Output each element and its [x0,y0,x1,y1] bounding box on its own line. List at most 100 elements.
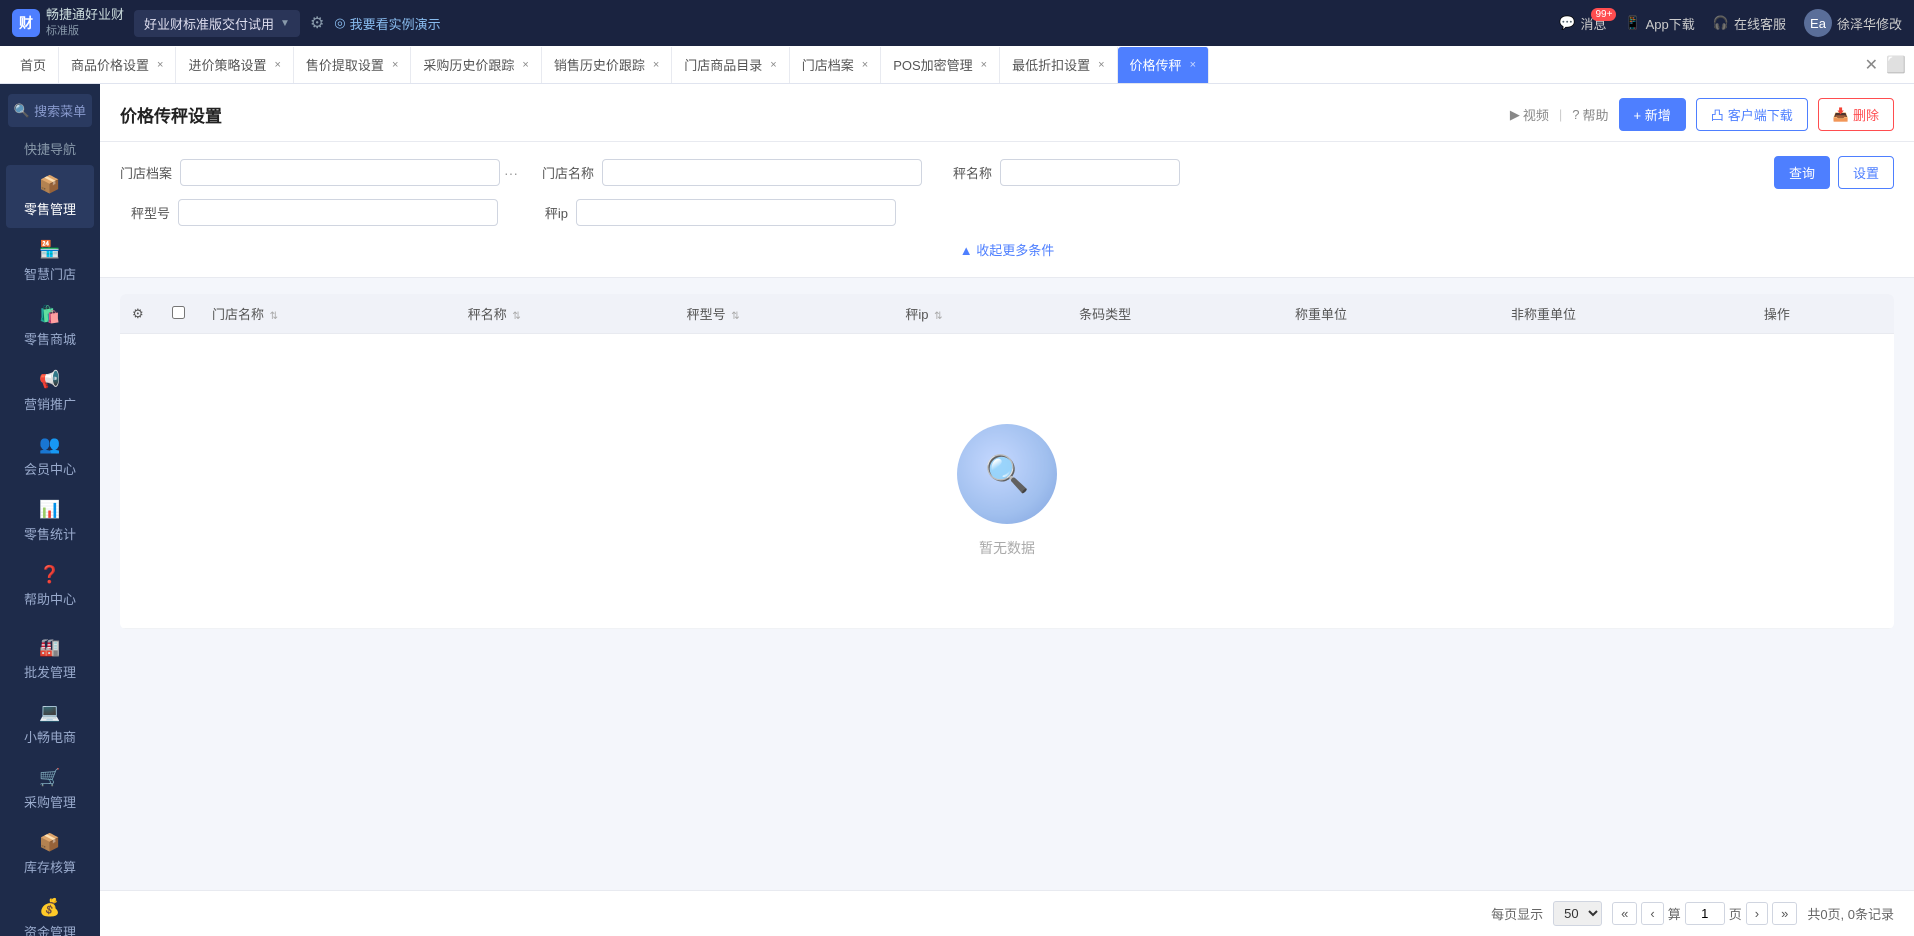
tab-price-scale[interactable]: 价格传秤 × [1118,47,1209,83]
th-checkbox[interactable] [160,294,200,334]
page-actions: ▶ 视频 | ? 帮助 + 新增 凸 客户端下载 📥 删除 [1510,98,1894,131]
user-profile[interactable]: Ea 徐泽华修改 [1804,9,1902,37]
main-layout: 🔍 搜索菜单 快捷导航 📦 零售管理 🏪 智慧门店 🛍️ 零售商城 📢 营销推广… [0,84,1914,936]
tab-min-discount[interactable]: 最低折扣设置 × [1000,47,1117,83]
close-icon[interactable]: × [653,59,659,71]
per-page-select[interactable]: 50 [1553,901,1602,926]
messages-badge: 99+ [1591,8,1616,21]
next-page-button[interactable]: › [1746,902,1768,925]
sidebar-item-inventory[interactable]: 📦 库存核算 [6,823,94,886]
chevron-down-icon: ▼ [280,18,290,29]
store-archive-dots-button[interactable]: ··· [500,165,522,181]
delete-button[interactable]: 📥 删除 [1818,98,1894,131]
last-page-button[interactable]: » [1772,902,1797,925]
empty-text: 暂无数据 [979,538,1035,558]
query-button[interactable]: 查询 [1774,156,1830,189]
store-name-input[interactable] [602,159,922,186]
page-header: 价格传秤设置 ▶ 视频 | ? 帮助 + 新增 凸 客户端下载 [100,84,1914,142]
store-name-label: 门店名称 [542,163,594,182]
close-icon[interactable]: × [392,59,398,71]
close-icon[interactable]: × [1190,59,1196,71]
th-scale-name: 秤名称 ⇅ [456,294,675,334]
prev-page-button[interactable]: ‹ [1641,902,1663,925]
search-form: 门店档案 ··· 门店名称 秤名称 查询 [100,142,1914,278]
sidebar-item-member[interactable]: 👥 会员中心 [6,425,94,488]
sort-icon[interactable]: ⇅ [270,311,278,322]
tab-home[interactable]: 首页 [8,47,59,83]
help-link[interactable]: ? 帮助 [1572,105,1608,124]
video-help-link[interactable]: ▶ 视频 [1510,105,1549,124]
close-icon[interactable]: × [981,59,987,71]
sidebar-item-retail-shop[interactable]: 🛍️ 零售商城 [6,295,94,358]
scale-model-input[interactable] [178,199,498,226]
help-circle-icon: ? [1572,107,1579,122]
sidebar-search-area: 🔍 搜索菜单 [0,84,100,133]
scale-ip-field: 秤ip [518,199,896,226]
th-operations: 操作 [1752,294,1894,334]
collapse-more-button[interactable]: ▲ 收起更多条件 [120,236,1894,263]
stats-icon: 📊 [39,500,60,520]
sidebar-item-marketing[interactable]: 📢 营销推广 [6,360,94,423]
sidebar-item-help[interactable]: ❓ 帮助中心 [6,555,94,618]
th-scale-model: 秤型号 ⇅ [675,294,894,334]
close-window-icon[interactable]: ✕ [1865,55,1878,75]
sidebar-item-ecom[interactable]: 💻 小畅电商 [6,693,94,756]
sidebar-item-finance[interactable]: 💰 资金管理 [6,888,94,936]
close-icon[interactable]: × [770,59,776,71]
empty-state: 暂无数据 [132,344,1882,618]
page-total: 共0页, 0条记录 [1807,904,1894,923]
sidebar-item-wholesale[interactable]: 🏭 批发管理 [6,628,94,691]
scale-name-input[interactable] [1000,159,1180,186]
add-button[interactable]: + 新增 [1619,98,1686,131]
download-icon: 📱 [1624,15,1640,31]
inventory-icon: 📦 [39,833,60,853]
th-store-name: 门店名称 ⇅ [200,294,456,334]
page-input-wrap: 算 页 [1668,902,1742,925]
sort-icon[interactable]: ⇅ [731,311,739,322]
tab-store-archive[interactable]: 门店档案 × [790,47,881,83]
demo-link[interactable]: ◎ 我要看实例演示 [334,14,440,33]
first-page-button[interactable]: « [1612,902,1637,925]
close-icon[interactable]: × [157,59,163,71]
th-settings[interactable]: ⚙ [120,294,160,334]
store-archive-input[interactable] [180,159,500,186]
maximize-window-icon[interactable]: ⬜ [1886,55,1906,75]
sort-icon[interactable]: ⇅ [934,311,942,322]
sidebar-item-retail-stats[interactable]: 📊 零售统计 [6,490,94,553]
form-row-2: 秤型号 秤ip [120,199,1894,226]
finance-icon: 💰 [39,898,60,918]
tab-sale-history[interactable]: 销售历史价跟踪 × [542,47,672,83]
select-all-checkbox[interactable] [172,306,185,319]
th-barcode-type: 条码类型 [1067,294,1283,334]
tab-purchase-history[interactable]: 采购历史价跟踪 × [411,47,541,83]
tab-commodity-price[interactable]: 商品价格设置 × [59,47,176,83]
sidebar-search-button[interactable]: 🔍 搜索菜单 [8,94,92,127]
download-client-button[interactable]: 凸 客户端下载 [1696,98,1808,131]
tab-store-catalog[interactable]: 门店商品目录 × [672,47,789,83]
sidebar-quick-nav[interactable]: 快捷导航 [0,133,100,164]
tab-pos-management[interactable]: POS加密管理 × [881,47,1000,83]
page-number-input[interactable] [1685,902,1725,925]
scale-ip-label: 秤ip [518,203,568,222]
scale-ip-input[interactable] [576,199,896,226]
wholesale-icon: 🏭 [39,638,60,658]
sidebar-item-smart-store[interactable]: 🏪 智慧门店 [6,230,94,293]
close-icon[interactable]: × [522,59,528,71]
sort-icon[interactable]: ⇅ [512,311,520,322]
app-selector[interactable]: 好业财标准版交付试用 ▼ [134,10,300,37]
empty-state-row: 暂无数据 [120,334,1894,629]
settings-button[interactable]: ⚙ [310,13,324,33]
tab-purchase-strategy[interactable]: 进价策略设置 × [176,47,293,83]
app-download-button[interactable]: 📱 App下载 [1624,14,1694,33]
close-icon[interactable]: × [862,59,868,71]
tab-sale-price[interactable]: 售价提取设置 × [294,47,411,83]
online-service-button[interactable]: 🎧 在线客服 [1713,14,1786,33]
close-icon[interactable]: × [1098,59,1104,71]
settings-form-button[interactable]: 设置 [1838,156,1894,189]
logo-area: 财 畅捷通好业财 标准版 [12,7,124,38]
messages-button[interactable]: 💬 消息 99+ [1559,14,1606,33]
sidebar-item-purchase[interactable]: 🛒 采购管理 [6,758,94,821]
close-icon[interactable]: × [274,59,280,71]
th-scale-ip: 秤ip ⇅ [893,294,1067,334]
sidebar-item-retail-mgmt[interactable]: 📦 零售管理 [6,165,94,228]
